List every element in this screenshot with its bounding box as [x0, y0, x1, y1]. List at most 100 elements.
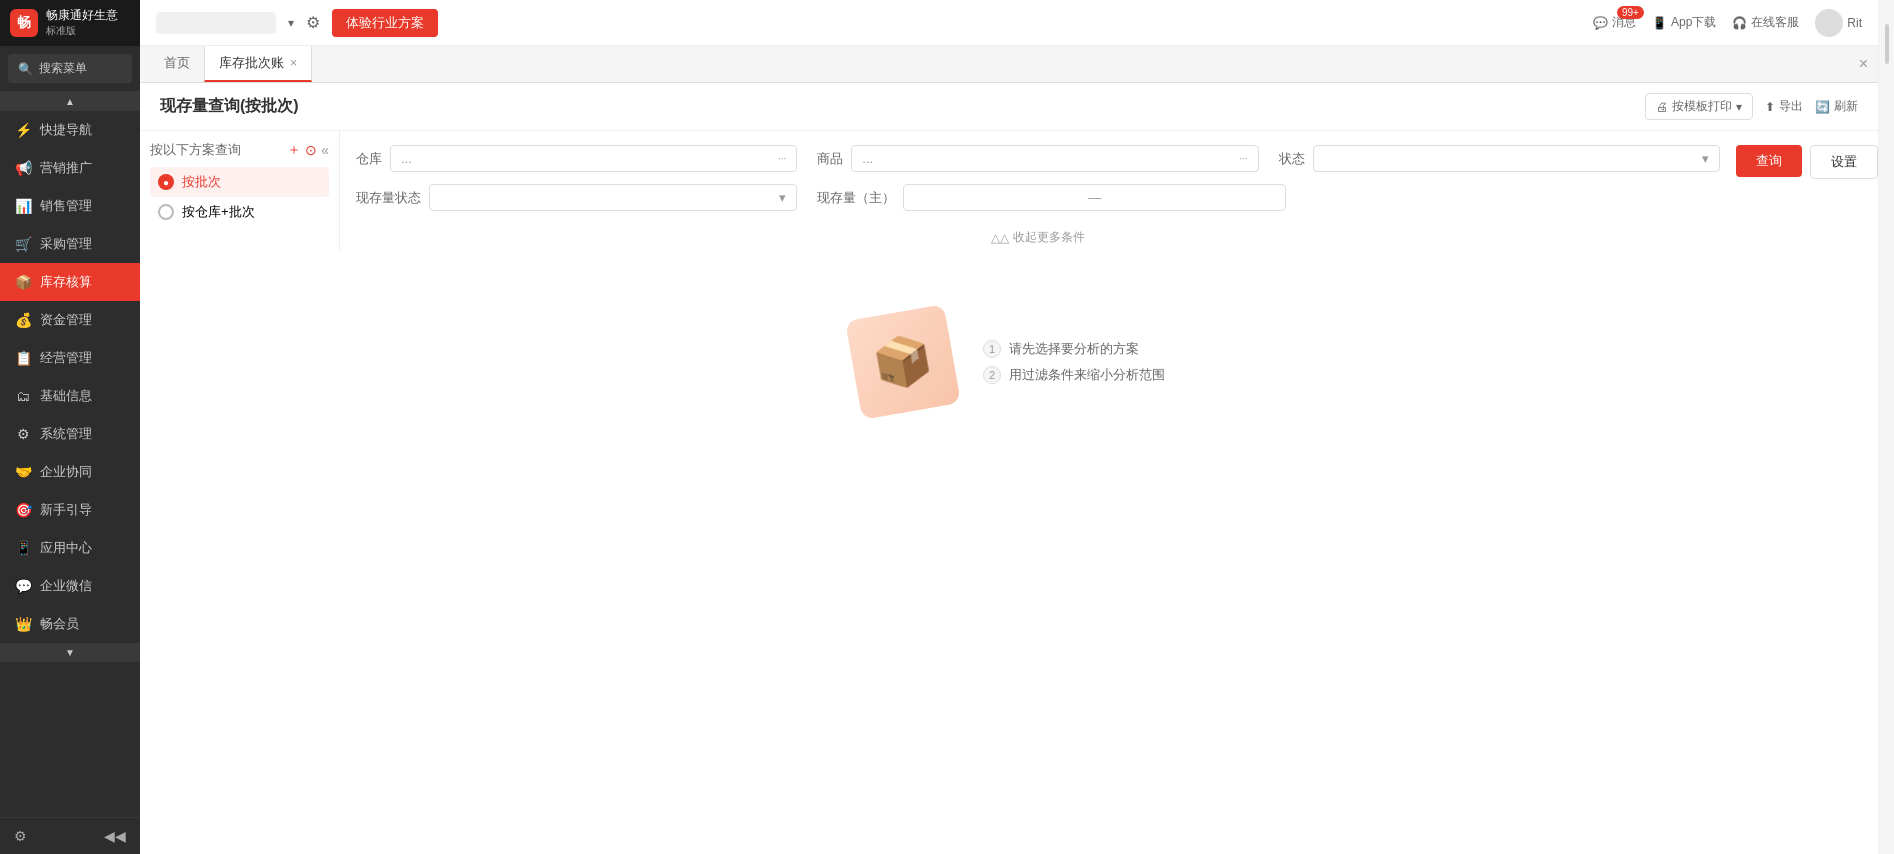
nav-label-8: 系统管理 — [40, 425, 92, 443]
empty-tips: 1 请先选择要分析的方案 2 用过滤条件来缩小分析范围 — [983, 340, 1165, 384]
stock-quantity-label: 现存量（主） — [817, 189, 895, 207]
collapse-sidebar-icon[interactable]: ◀◀ — [104, 828, 126, 844]
filter-stock-quantity: 现存量（主） — — [817, 184, 1258, 211]
sidebar: 畅 畅康通好生意 标准版 🔍 搜索菜单 ▲ ⚡快捷导航📢营销推广📊销售管理🛒采购… — [0, 0, 140, 854]
right-scrollbar — [1878, 0, 1894, 854]
sidebar-item-1[interactable]: 📢营销推广 — [0, 149, 140, 187]
collapse-up-icon: △△ — [991, 231, 1009, 245]
empty-tip-1: 1 请先选择要分析的方案 — [983, 340, 1165, 358]
filter-stock-status: 现存量状态 ▾ — [356, 184, 797, 211]
nav-icon-2: 📊 — [14, 197, 32, 215]
filter-scheme-icons: ＋ ⊙ « — [287, 141, 329, 159]
status-select[interactable]: ▾ — [1313, 145, 1720, 172]
sidebar-item-12[interactable]: 💬企业微信 — [0, 567, 140, 605]
status-label: 状态 — [1279, 150, 1305, 168]
collapse-more-label: 收起更多条件 — [1013, 229, 1085, 246]
sidebar-scroll-down[interactable]: ▼ — [0, 643, 140, 662]
messages-badge: 99+ — [1617, 6, 1644, 19]
empty-icon: 📦 — [845, 304, 961, 420]
stock-qty-to-input[interactable] — [1107, 190, 1275, 205]
sidebar-item-8[interactable]: ⚙ 系统管理 — [0, 415, 140, 453]
sidebar-item-4[interactable]: 📦库存核算 — [0, 263, 140, 301]
messages-action[interactable]: 💬 消息 99+ — [1593, 14, 1636, 31]
topbar-search-input[interactable] — [156, 12, 276, 34]
tab-close-icon[interactable]: × — [290, 56, 297, 70]
trial-btn[interactable]: 体验行业方案 — [332, 9, 438, 37]
tip-num-1: 1 — [983, 340, 1001, 358]
tab-inventory-batch-label: 库存批次账 — [219, 54, 284, 72]
box-icon: 📦 — [869, 329, 938, 395]
app-info: 畅康通好生意 标准版 — [46, 8, 118, 38]
nav-label-5: 资金管理 — [40, 311, 92, 329]
user-action[interactable]: Rit — [1815, 9, 1862, 37]
warehouse-input[interactable]: ... ··· — [390, 145, 797, 172]
scheme-warehouse-batch-label: 按仓库+批次 — [182, 203, 255, 221]
sidebar-item-3[interactable]: 🛒采购管理 — [0, 225, 140, 263]
topbar-dropdown-button[interactable]: ▾ — [288, 16, 294, 30]
topbar-gear-button[interactable]: ⚙ — [306, 13, 320, 32]
nav-label-11: 应用中心 — [40, 539, 92, 557]
scheme-item-warehouse-batch[interactable]: 按仓库+批次 — [150, 197, 329, 227]
template-print-label: 按模板打印 — [1672, 98, 1732, 115]
sidebar-item-9[interactable]: 🤝企业协同 — [0, 453, 140, 491]
sidebar-item-6[interactable]: 📋经营管理 — [0, 339, 140, 377]
sidebar-item-2[interactable]: 📊 销售管理 — [0, 187, 140, 225]
page-actions: 🖨 按模板打印 ▾ ⬆ 导出 🔄 刷新 — [1645, 93, 1858, 120]
headset-icon: 🎧 — [1732, 16, 1747, 30]
filter-form-wrapper: 仓库 ... ··· 商品 ... ··· 状态 — [340, 131, 1736, 252]
scheme-item-batch[interactable]: ● 按批次 — [150, 167, 329, 197]
app-download-action[interactable]: 📱 App下载 — [1652, 14, 1716, 31]
settings-scheme-button[interactable]: ⊙ — [305, 141, 317, 159]
sidebar-item-5[interactable]: 💰 资金管理 — [0, 301, 140, 339]
export-label: 导出 — [1779, 98, 1803, 115]
settings-button[interactable]: 设置 — [1810, 145, 1878, 179]
content-area: 现存量查询(按批次) 🖨 按模板打印 ▾ ⬆ 导出 🔄 刷新 — [140, 83, 1878, 854]
nav-icon-13: 👑 — [14, 615, 32, 633]
nav-icon-8: ⚙ — [14, 425, 32, 443]
scheme-batch-label: 按批次 — [182, 173, 221, 191]
nav-label-3: 采购管理 — [40, 235, 92, 253]
sidebar-item-11[interactable]: 📱应用中心 — [0, 529, 140, 567]
stock-quantity-range: — — [903, 184, 1286, 211]
nav-label-2: 销售管理 — [40, 197, 92, 215]
export-button[interactable]: ⬆ 导出 — [1765, 98, 1803, 115]
online-service-label: 在线客服 — [1751, 14, 1799, 31]
warehouse-more-icon[interactable]: ··· — [778, 153, 786, 164]
nav-label-9: 企业协同 — [40, 463, 92, 481]
tab-home[interactable]: 首页 — [150, 46, 204, 82]
product-input[interactable]: ... ··· — [851, 145, 1258, 172]
tab-inventory-batch[interactable]: 库存批次账 × — [204, 46, 312, 82]
query-button[interactable]: 查询 — [1736, 145, 1802, 177]
sidebar-item-13[interactable]: 👑畅会员 — [0, 605, 140, 643]
refresh-button[interactable]: 🔄 刷新 — [1815, 98, 1858, 115]
template-print-button[interactable]: 🖨 按模板打印 ▾ — [1645, 93, 1753, 120]
stock-qty-from-input[interactable] — [914, 190, 1082, 205]
tabbar-close-button[interactable]: × — [1859, 55, 1868, 73]
tabbar: 首页 库存批次账 × × — [140, 46, 1878, 83]
add-scheme-button[interactable]: ＋ — [287, 141, 301, 159]
nav-items: ⚡快捷导航📢营销推广 📊 销售管理 🛒采购管理📦库存核算 💰 资金管理 📋经营管理🗂基础信息… — [0, 111, 140, 643]
search-menu-label: 搜索菜单 — [39, 60, 87, 77]
online-service-action[interactable]: 🎧 在线客服 — [1732, 14, 1799, 31]
scroll-handle[interactable] — [1885, 24, 1889, 64]
nav-icon-6: 📋 — [14, 349, 32, 367]
search-menu-button[interactable]: 🔍 搜索菜单 — [8, 54, 132, 83]
nav-icon-5: 💰 — [14, 311, 32, 329]
sidebar-footer: ⚙ ◀◀ — [0, 817, 140, 854]
collapse-more-btn[interactable]: △△ 收起更多条件 — [356, 223, 1720, 252]
empty-tip-2: 2 用过滤条件来缩小分析范围 — [983, 366, 1165, 384]
nav-icon-7: 🗂 — [14, 387, 32, 405]
filter-warehouse: 仓库 ... ··· — [356, 145, 797, 172]
filter-scheme-sidebar: 按以下方案查询 ＋ ⊙ « ● 按批次 按仓库+批次 — [140, 131, 340, 252]
sidebar-item-0[interactable]: ⚡快捷导航 — [0, 111, 140, 149]
collapse-scheme-button[interactable]: « — [321, 141, 329, 159]
stock-status-label: 现存量状态 — [356, 189, 421, 207]
settings-icon[interactable]: ⚙ — [14, 828, 27, 844]
sidebar-item-7[interactable]: 🗂基础信息 — [0, 377, 140, 415]
product-more-icon[interactable]: ··· — [1239, 153, 1247, 164]
filter-product: 商品 ... ··· — [817, 145, 1258, 172]
sidebar-item-10[interactable]: 🎯新手引导 — [0, 491, 140, 529]
page-title: 现存量查询(按批次) — [160, 96, 299, 117]
sidebar-scroll-up[interactable]: ▲ — [0, 92, 140, 111]
stock-status-select[interactable]: ▾ — [429, 184, 797, 211]
